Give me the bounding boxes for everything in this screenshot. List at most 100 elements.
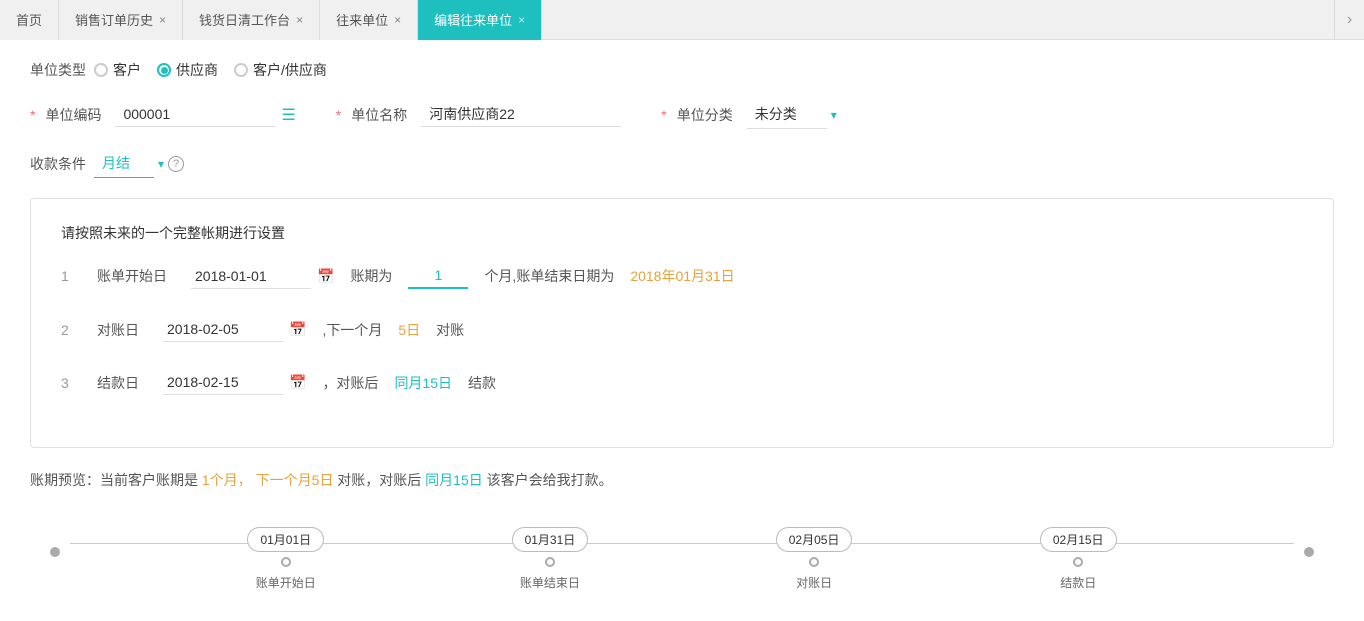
tab-cash-work[interactable]: 钱货日清工作台 × <box>183 0 320 40</box>
tab-partner-label: 往来单位 <box>336 10 388 29</box>
row2-suffix-highlight: 5日 <box>398 320 420 340</box>
row1-period-end: 2018年01月31日 <box>630 266 734 286</box>
row1-num: 1 <box>61 268 81 284</box>
unit-name-star: * <box>336 107 341 123</box>
tab-home-label: 首页 <box>16 10 42 29</box>
timeline-sub-1: 账单开始日 <box>256 574 316 591</box>
main-content: 单位类型 客户 供应商 客户/供应商 * 单位编码 ☰ * <box>0 40 1364 621</box>
unit-cat-label: 单位分类 <box>677 105 733 125</box>
radio-both[interactable]: 客户/供应商 <box>234 60 327 80</box>
preview-p2: 下一个月5日 <box>256 472 334 488</box>
radio-customer[interactable]: 客户 <box>94 60 141 80</box>
timeline-dot-2 <box>545 557 555 567</box>
timeline-sub-4: 结款日 <box>1060 574 1096 591</box>
tab-sales-history-close[interactable]: × <box>159 13 166 27</box>
preview-p5: 该客户会给我打款。 <box>487 472 613 488</box>
tab-cash-work-close[interactable]: × <box>296 13 303 27</box>
unit-cat-star: * <box>661 107 666 123</box>
radio-supplier[interactable]: 供应商 <box>157 60 218 80</box>
preview-p4: 同月15日 <box>425 472 483 488</box>
timeline-sub-2: 账单结束日 <box>520 574 580 591</box>
timeline-label-4: 02月15日 <box>1040 527 1117 552</box>
row3-date-wrap: 📅 <box>163 370 306 395</box>
timeline-dot-4 <box>1073 557 1083 567</box>
tab-edit-partner[interactable]: 编辑往来单位 × <box>418 0 542 40</box>
row1-period-label: 账期为 <box>350 266 392 286</box>
row1-period-input[interactable] <box>408 263 468 289</box>
radio-both-label: 客户/供应商 <box>253 60 327 80</box>
tab-partner-close[interactable]: × <box>394 13 401 27</box>
row2-suffix-prefix: ,下一个月 <box>322 320 382 340</box>
unit-type-radio-group: 客户 供应商 客户/供应商 <box>94 60 327 80</box>
payment-terms-dropdown[interactable]: 月结 ▾ <box>94 149 164 178</box>
row-reconcile-date: 2 对账日 📅 ,下一个月 5日 对账 <box>61 317 1303 342</box>
row-start-date: 1 账单开始日 📅 账期为 个月,账单结束日期为 2018年01月31日 <box>61 263 1303 289</box>
unit-name-label: 单位名称 <box>351 105 407 125</box>
row1-date-input[interactable] <box>191 264 311 289</box>
tab-edit-partner-label: 编辑往来单位 <box>434 10 512 29</box>
unit-cat-arrow: ▾ <box>831 108 837 122</box>
row3-suffix-text: 结款 <box>468 373 496 393</box>
unit-code-label: 单位编码 <box>45 105 101 125</box>
timeline-point-4: 02月15日 结款日 <box>1040 527 1117 591</box>
row3-suffix-prefix: ，对账后 <box>322 373 378 393</box>
payment-terms-value: 月结 <box>94 149 154 178</box>
row2-date-wrap: 📅 <box>163 317 306 342</box>
tab-cash-work-label: 钱货日清工作台 <box>199 10 290 29</box>
row2-label: 对账日 <box>97 320 139 340</box>
row2-date-input[interactable] <box>163 317 283 342</box>
timeline-points: 01月01日 账单开始日 01月31日 账单结束日 02月05日 对账日 <box>50 527 1314 591</box>
unit-cat-dropdown[interactable]: 未分类 ▾ <box>747 100 837 129</box>
timeline-label-3: 02月05日 <box>776 527 853 552</box>
tab-home[interactable]: 首页 <box>0 0 59 40</box>
unit-info-row: * 单位编码 ☰ * 单位名称 * 单位分类 未分类 ▾ <box>30 100 1334 129</box>
row3-suffix-highlight: 同月15日 <box>394 373 452 393</box>
unit-code-star: * <box>30 107 35 123</box>
row-payment-date: 3 结款日 📅 ，对账后 同月15日 结款 <box>61 370 1303 395</box>
timeline-container: 01月01日 账单开始日 01月31日 账单结束日 02月05日 对账日 <box>30 517 1334 601</box>
tab-edit-partner-close[interactable]: × <box>518 13 525 27</box>
timeline-sub-3: 对账日 <box>796 574 832 591</box>
timeline-point-2: 01月31日 账单结束日 <box>512 527 589 591</box>
unit-code-input[interactable] <box>115 102 275 127</box>
preview-p3: 对账，对账后 <box>337 472 421 488</box>
timeline-label-2: 01月31日 <box>512 527 589 552</box>
tab-partner[interactable]: 往来单位 × <box>320 0 418 40</box>
row1-cal-icon[interactable]: 📅 <box>317 268 334 285</box>
preview-label: 账期预览：当前客户账期是 <box>30 472 198 488</box>
unit-name-input[interactable] <box>421 102 621 127</box>
timeline-end-dot <box>1304 547 1314 557</box>
radio-supplier-label: 供应商 <box>176 60 218 80</box>
row3-date-input[interactable] <box>163 370 283 395</box>
tab-sales-history[interactable]: 销售订单历史 × <box>59 0 183 40</box>
row1-period-unit: 个月,账单结束日期为 <box>484 266 614 286</box>
timeline-start-dot <box>50 547 60 557</box>
row2-cal-icon[interactable]: 📅 <box>289 321 306 338</box>
timeline-point-1: 01月01日 账单开始日 <box>247 527 324 591</box>
timeline-dot-1 <box>281 557 291 567</box>
timeline-right-end <box>1304 547 1314 557</box>
radio-customer-label: 客户 <box>113 60 141 80</box>
period-section-box: 请按照未来的一个完整帐期进行设置 1 账单开始日 📅 账期为 个月,账单结束日期… <box>30 198 1334 448</box>
tab-bar: 首页 销售订单历史 × 钱货日清工作台 × 往来单位 × 编辑往来单位 × › <box>0 0 1364 40</box>
row3-cal-icon[interactable]: 📅 <box>289 374 306 391</box>
preview-p1: 1个月， <box>202 472 252 488</box>
timeline-point-3: 02月05日 对账日 <box>776 527 853 591</box>
row2-suffix-text: 对账 <box>436 320 464 340</box>
section-title: 请按照未来的一个完整帐期进行设置 <box>61 223 1303 243</box>
timeline-label-1: 01月01日 <box>247 527 324 552</box>
row1-label: 账单开始日 <box>97 266 167 286</box>
payment-terms-label: 收款条件 <box>30 154 86 174</box>
radio-customer-circle <box>94 63 108 77</box>
radio-both-circle <box>234 63 248 77</box>
row3-num: 3 <box>61 375 81 391</box>
unit-type-label: 单位类型 <box>30 60 86 80</box>
row1-date-wrap: 📅 <box>191 264 334 289</box>
unit-cat-value: 未分类 <box>747 100 827 129</box>
payment-terms-row: 收款条件 月结 ▾ ? <box>30 149 1334 178</box>
help-icon[interactable]: ? <box>168 156 184 172</box>
radio-supplier-circle <box>157 63 171 77</box>
tab-more-arrow[interactable]: › <box>1334 0 1364 40</box>
timeline-left-end <box>50 547 60 557</box>
unit-code-icon[interactable]: ☰ <box>281 105 295 125</box>
